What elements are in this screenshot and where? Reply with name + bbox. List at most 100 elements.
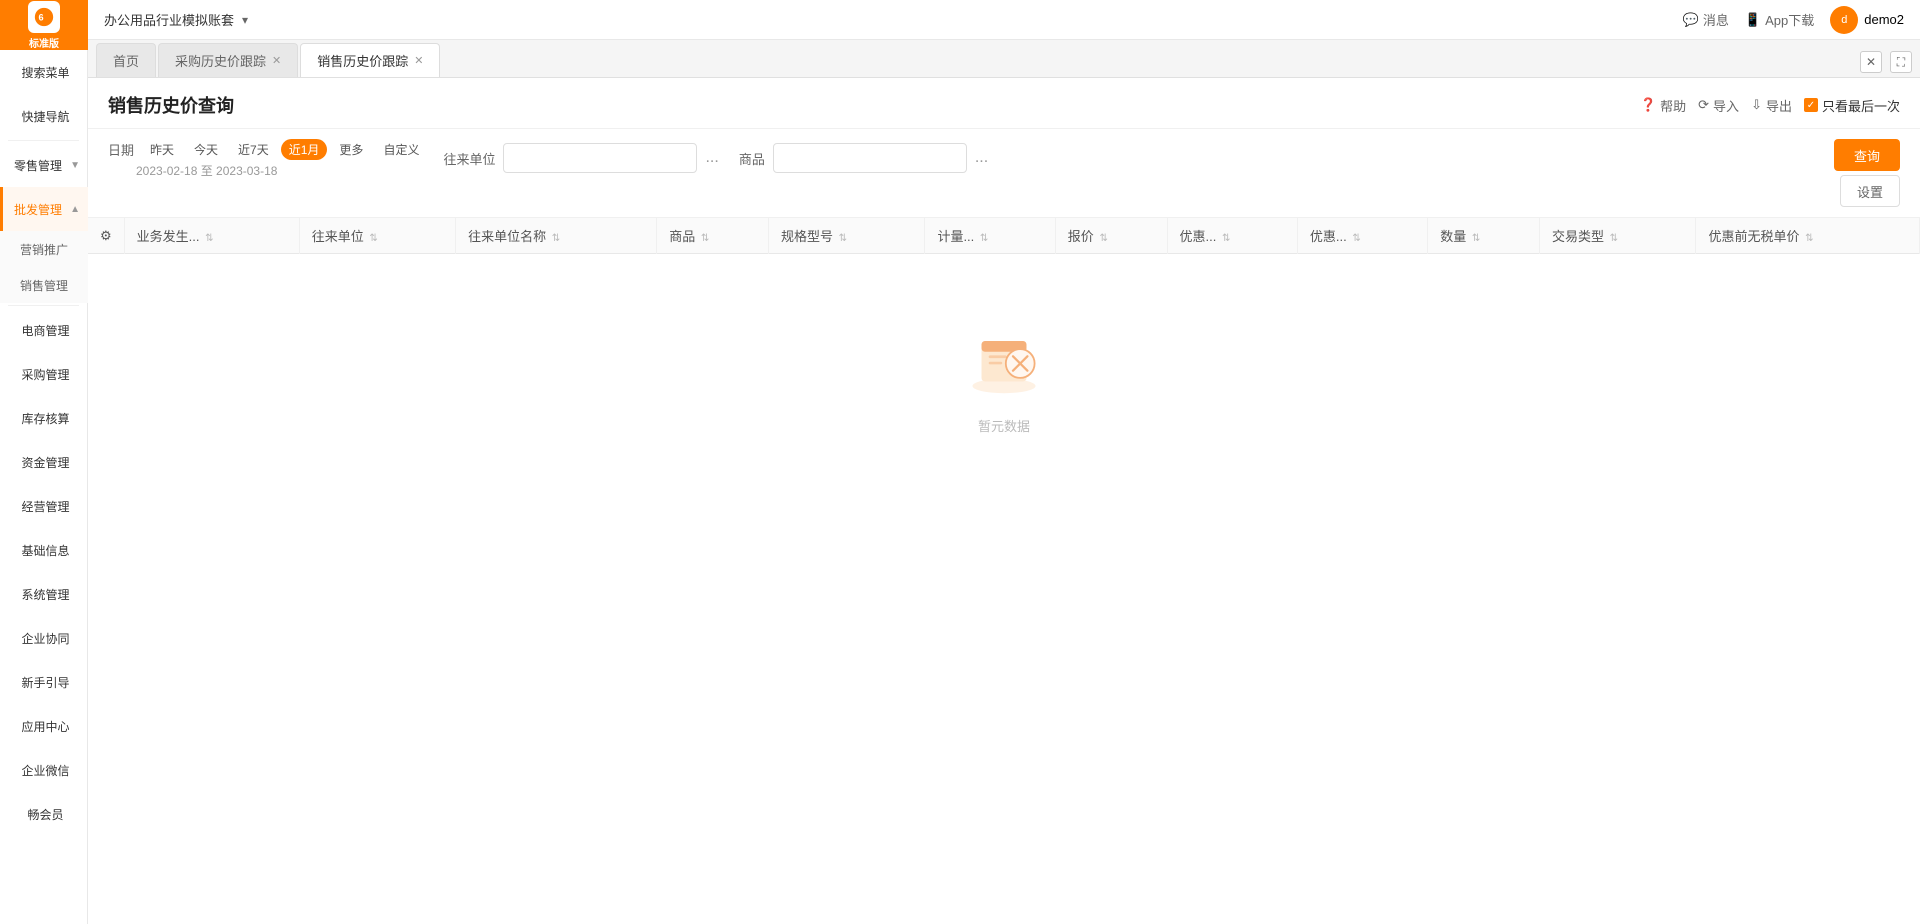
- sidebar-item-app-center[interactable]: 应用中心: [0, 704, 88, 748]
- table-col-unit[interactable]: 计量... ⇅: [925, 218, 1055, 254]
- sidebar-item-member[interactable]: 畅会员: [0, 792, 88, 836]
- sidebar-item-inventory[interactable]: 库存核算: [0, 396, 88, 440]
- date-btn-1month[interactable]: 近1月: [281, 139, 328, 160]
- sidebar-item-corp[interactable]: 企业协同: [0, 616, 88, 660]
- sidebar-item-label: 营销推广: [20, 241, 68, 258]
- checkbox-icon: [1804, 98, 1818, 112]
- sidebar-item-guide[interactable]: 新手引导: [0, 660, 88, 704]
- chevron-down-icon: ▼: [70, 160, 80, 171]
- app-logo[interactable]: 6 标准版: [0, 0, 88, 50]
- data-table: ⚙ 业务发生... ⇅ 往来单位 ⇅ 往来单位名称 ⇅: [88, 218, 1920, 254]
- table-col-settings[interactable]: ⚙: [88, 218, 124, 254]
- product-dots-icon[interactable]: ...: [975, 149, 988, 167]
- tab-home[interactable]: 首页: [96, 43, 156, 77]
- filter-buttons: 查询 设置: [1834, 139, 1900, 207]
- app-download-label: App下载: [1765, 10, 1814, 29]
- sidebar-divider-2: [8, 305, 79, 306]
- date-btn-more[interactable]: 更多: [331, 139, 371, 160]
- tab-label: 首页: [113, 51, 139, 70]
- sort-icon: ⇅: [1472, 233, 1480, 244]
- close-icon[interactable]: ✕: [272, 54, 281, 67]
- table-col-qty[interactable]: 数量 ⇅: [1428, 218, 1540, 254]
- sort-icon: ⇅: [1805, 233, 1813, 244]
- table-col-biz-date[interactable]: 业务发生... ⇅: [124, 218, 299, 254]
- sidebar-item-search[interactable]: 搜索菜单: [0, 50, 88, 94]
- export-button[interactable]: ⇩ 导出: [1751, 96, 1792, 115]
- maximize-tab-button[interactable]: ⛶: [1890, 51, 1912, 73]
- sidebar-item-quick-nav[interactable]: 快捷导航: [0, 94, 88, 138]
- tab-label: 采购历史价跟踪: [175, 51, 266, 70]
- table-header-row: ⚙ 业务发生... ⇅ 往来单位 ⇅ 往来单位名称 ⇅: [88, 218, 1920, 254]
- sort-icon: ⇅: [1222, 233, 1230, 244]
- avatar: d: [1830, 6, 1858, 34]
- table-col-partner-name[interactable]: 往来单位名称 ⇅: [456, 218, 657, 254]
- date-btn-today[interactable]: 今天: [186, 139, 226, 160]
- tab-purchase[interactable]: 采购历史价跟踪 ✕: [158, 43, 298, 77]
- sidebar-item-system[interactable]: 系统管理: [0, 572, 88, 616]
- product-input[interactable]: [773, 143, 967, 173]
- col-label: 报价: [1068, 229, 1094, 244]
- col-label: 计量...: [937, 229, 974, 244]
- sidebar-divider: [8, 140, 79, 141]
- sidebar-item-basic-info[interactable]: 基础信息: [0, 528, 88, 572]
- tab-sales[interactable]: 销售历史价跟踪 ✕: [300, 43, 440, 77]
- message-button[interactable]: 💬 消息: [1683, 10, 1729, 29]
- export-label: 导出: [1766, 96, 1792, 115]
- sidebar-item-operations[interactable]: 经营管理: [0, 484, 88, 528]
- col-label: 优惠...: [1180, 229, 1217, 244]
- sidebar-item-label: 批发管理: [14, 201, 62, 218]
- sort-icon: ⇅: [701, 233, 709, 244]
- query-button[interactable]: 查询: [1834, 139, 1900, 171]
- sidebar-item-corp-wechat[interactable]: 企业微信: [0, 748, 88, 792]
- sidebar-item-ecom[interactable]: 电商管理: [0, 308, 88, 352]
- date-btn-custom[interactable]: 自定义: [375, 139, 427, 160]
- partner-filter-group: 往来单位 ...: [443, 143, 722, 173]
- sidebar-sub-item-marketing[interactable]: 营销推广: [0, 231, 88, 267]
- page-header: 销售历史价查询 ❓ 帮助 ⟳ 导入 ⇩ 导出 只看最后一次: [88, 78, 1920, 129]
- help-button[interactable]: ❓ 帮助: [1640, 96, 1686, 115]
- sidebar-item-purchase[interactable]: 采购管理: [0, 352, 88, 396]
- svg-text:6: 6: [39, 12, 44, 22]
- partner-input[interactable]: [503, 143, 697, 173]
- empty-icon: [959, 314, 1049, 404]
- import-button[interactable]: ⟳ 导入: [1698, 96, 1739, 115]
- col-label: 数量: [1440, 229, 1466, 244]
- sidebar-sub-item-sales[interactable]: 销售管理: [0, 267, 88, 303]
- partner-dots-icon[interactable]: ...: [705, 149, 718, 167]
- sidebar-item-label: 系统管理: [21, 586, 69, 603]
- table-col-pretax-price[interactable]: 优惠前无税单价 ⇅: [1696, 218, 1920, 254]
- table-col-partner-code[interactable]: 往来单位 ⇅: [299, 218, 455, 254]
- table-col-spec[interactable]: 规格型号 ⇅: [769, 218, 925, 254]
- settings-button[interactable]: 设置: [1840, 175, 1900, 207]
- date-btn-7days[interactable]: 近7天: [230, 139, 277, 160]
- sidebar-item-label: 库存核算: [21, 410, 69, 427]
- import-icon: ⟳: [1698, 97, 1709, 113]
- last-only-checkbox[interactable]: 只看最后一次: [1804, 96, 1900, 115]
- tabs-actions: ✕ ⛶: [1860, 51, 1920, 77]
- sidebar-item-retail[interactable]: 零售管理 ▼: [0, 143, 88, 187]
- sidebar-item-label: 新手引导: [21, 674, 69, 691]
- sidebar-item-wholesale[interactable]: 批发管理 ▲: [0, 187, 88, 231]
- col-label: 商品: [669, 229, 695, 244]
- sidebar-item-label: 企业微信: [21, 762, 69, 779]
- date-btn-yesterday[interactable]: 昨天: [142, 139, 182, 160]
- table-col-quote[interactable]: 报价 ⇅: [1055, 218, 1167, 254]
- close-icon[interactable]: ✕: [414, 54, 423, 67]
- topbar: 办公用品行业模拟账套 ▾ 💬 消息 📱 App下载 d demo2: [88, 0, 1920, 40]
- col-label: 往来单位名称: [468, 229, 546, 244]
- topbar-dropdown-icon[interactable]: ▾: [242, 13, 248, 27]
- app-download-button[interactable]: 📱 App下载: [1745, 10, 1814, 29]
- user-menu[interactable]: d demo2: [1830, 6, 1904, 34]
- table-col-product[interactable]: 商品 ⇅: [657, 218, 769, 254]
- user-name: demo2: [1864, 12, 1904, 27]
- close-tab-button[interactable]: ✕: [1860, 51, 1882, 73]
- sidebar-item-finance[interactable]: 资金管理: [0, 440, 88, 484]
- help-icon: ❓: [1640, 97, 1656, 113]
- logo-text: 标准版: [29, 35, 59, 50]
- table-col-trade-type[interactable]: 交易类型 ⇅: [1540, 218, 1696, 254]
- main-area: 办公用品行业模拟账套 ▾ 💬 消息 📱 App下载 d demo2 首页: [88, 0, 1920, 924]
- topbar-left: 办公用品行业模拟账套 ▾: [104, 10, 248, 29]
- table-col-discount2[interactable]: 优惠... ⇅: [1297, 218, 1427, 254]
- sort-icon: ⇅: [980, 233, 988, 244]
- table-col-discount1[interactable]: 优惠... ⇅: [1167, 218, 1297, 254]
